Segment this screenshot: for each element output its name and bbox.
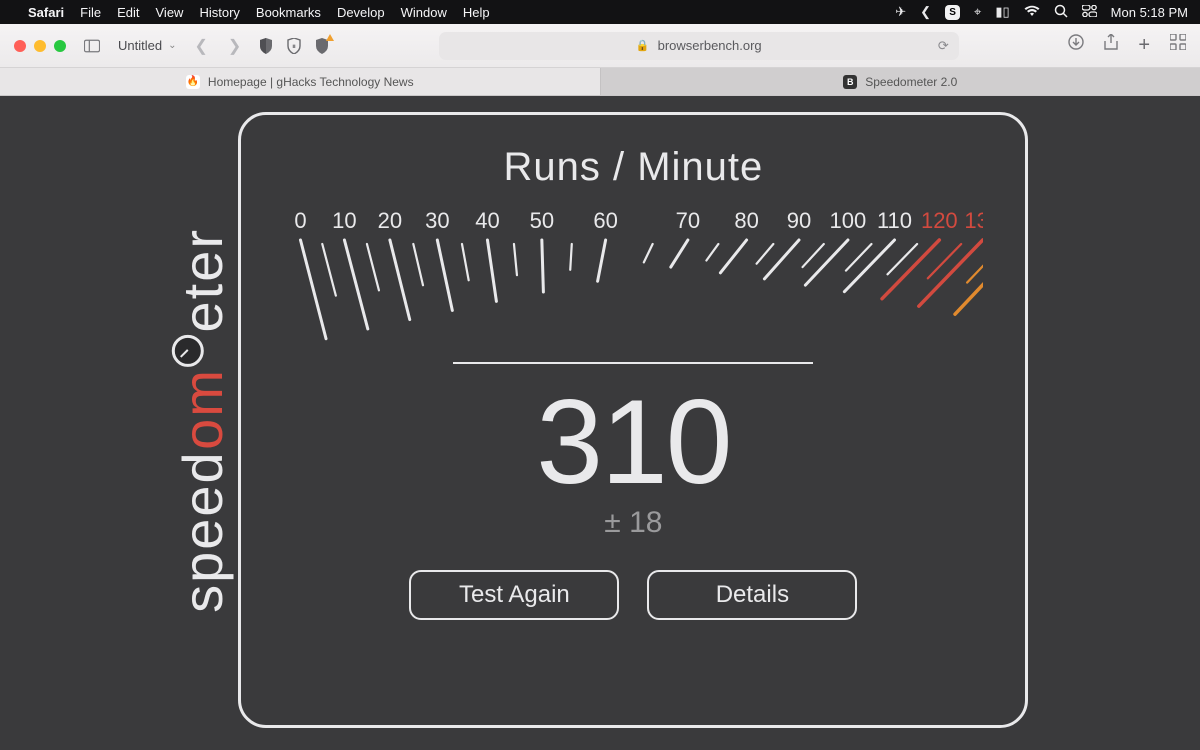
- svg-text:50: 50: [530, 208, 554, 233]
- close-window-button[interactable]: [14, 40, 26, 52]
- back-button[interactable]: ❮: [194, 36, 207, 56]
- tab-group-label: Untitled: [118, 38, 162, 53]
- tab-label: Homepage | gHacks Technology News: [208, 75, 414, 89]
- svg-text:70: 70: [676, 208, 700, 233]
- svg-text:60: 60: [594, 208, 618, 233]
- svg-text:120: 120: [921, 208, 958, 233]
- details-button[interactable]: Details: [647, 570, 857, 620]
- address-text: browserbench.org: [658, 38, 762, 53]
- svg-text:130: 130: [965, 208, 984, 233]
- control-center-icon[interactable]: [1082, 5, 1097, 20]
- menu-help[interactable]: Help: [463, 5, 490, 20]
- menu-develop[interactable]: Develop: [337, 5, 385, 20]
- fullscreen-window-button[interactable]: [54, 40, 66, 52]
- safari-toolbar: Untitled ⌄ ❮ ❯ ⏸ 🔒 browserbench.org ⟳ +: [0, 24, 1200, 68]
- svg-text:⏸: ⏸: [292, 42, 296, 51]
- divider: [453, 362, 813, 364]
- reload-icon[interactable]: ⟳: [938, 38, 949, 54]
- minimize-window-button[interactable]: [34, 40, 46, 52]
- svg-text:20: 20: [378, 208, 402, 233]
- window-controls: [14, 40, 66, 52]
- score-value: 310: [536, 382, 730, 502]
- tab-group-title[interactable]: Untitled ⌄: [118, 38, 176, 53]
- svg-text:10: 10: [333, 208, 357, 233]
- tab-ghacks[interactable]: 🔥 Homepage | gHacks Technology News: [0, 68, 600, 95]
- panel-title: Runs / Minute: [504, 145, 764, 190]
- app-status-icon[interactable]: S: [945, 5, 960, 20]
- browserbench-favicon-icon: B: [843, 75, 857, 89]
- menu-window[interactable]: Window: [401, 5, 447, 20]
- test-again-button[interactable]: Test Again: [409, 570, 619, 620]
- menu-file[interactable]: File: [80, 5, 101, 20]
- macos-menubar: Safari File Edit View History Bookmarks …: [0, 0, 1200, 24]
- confidence-value: ± 18: [604, 506, 662, 540]
- gauge-chart: 0102030405060708090100110120130140: [283, 208, 983, 358]
- svg-text:90: 90: [787, 208, 811, 233]
- privacy-shield-icon[interactable]: [259, 38, 273, 54]
- tab-label: Speedometer 2.0: [865, 75, 957, 89]
- menu-history[interactable]: History: [199, 5, 239, 20]
- downloads-icon[interactable]: [1068, 34, 1084, 57]
- tracker-shield-icon[interactable]: ⏸: [287, 38, 301, 54]
- sidebar-toggle-icon[interactable]: [84, 39, 100, 53]
- menu-edit[interactable]: Edit: [117, 5, 139, 20]
- gauge-logo-icon: [172, 334, 204, 366]
- telegram-status-icon[interactable]: ✈: [895, 4, 906, 20]
- tab-overview-icon[interactable]: [1170, 34, 1186, 57]
- extension-shield-icon[interactable]: [315, 38, 329, 54]
- search-status-icon[interactable]: [1054, 4, 1068, 21]
- app-name[interactable]: Safari: [28, 5, 64, 20]
- svg-text:80: 80: [735, 208, 759, 233]
- svg-text:0: 0: [295, 208, 307, 233]
- address-bar[interactable]: 🔒 browserbench.org ⟳: [439, 32, 959, 60]
- menu-view[interactable]: View: [156, 5, 184, 20]
- wifi-status-icon[interactable]: [1024, 5, 1040, 20]
- lock-icon: 🔒: [636, 39, 650, 52]
- menu-bookmarks[interactable]: Bookmarks: [256, 5, 321, 20]
- battery-status-icon[interactable]: ▮▯: [995, 4, 1009, 20]
- bluetooth-status-icon[interactable]: ⌖: [974, 4, 981, 20]
- new-tab-icon[interactable]: +: [1138, 34, 1150, 57]
- svg-text:30: 30: [425, 208, 449, 233]
- svg-text:100: 100: [830, 208, 867, 233]
- svg-text:110: 110: [877, 208, 912, 233]
- menubar-clock[interactable]: Mon 5:18 PM: [1111, 5, 1188, 20]
- chevron-down-icon: ⌄: [168, 40, 176, 51]
- tab-speedometer[interactable]: B Speedometer 2.0: [601, 68, 1200, 95]
- result-panel: Runs / Minute 0 10 20 30 40 50 60 70 80 90 100 110 1…: [238, 112, 1028, 728]
- forward-button[interactable]: ❯: [228, 36, 241, 56]
- ghacks-favicon-icon: 🔥: [186, 75, 200, 89]
- tab-strip: 🔥 Homepage | gHacks Technology News B Sp…: [0, 68, 1200, 96]
- share-icon[interactable]: [1104, 34, 1118, 57]
- back-status-icon[interactable]: ❮: [920, 4, 931, 20]
- speedometer-logo: speedometer: [172, 218, 231, 623]
- page-content: speedometer Runs / Minute 0 10 20 30 40 50 60 7…: [0, 96, 1200, 750]
- svg-text:40: 40: [476, 208, 500, 233]
